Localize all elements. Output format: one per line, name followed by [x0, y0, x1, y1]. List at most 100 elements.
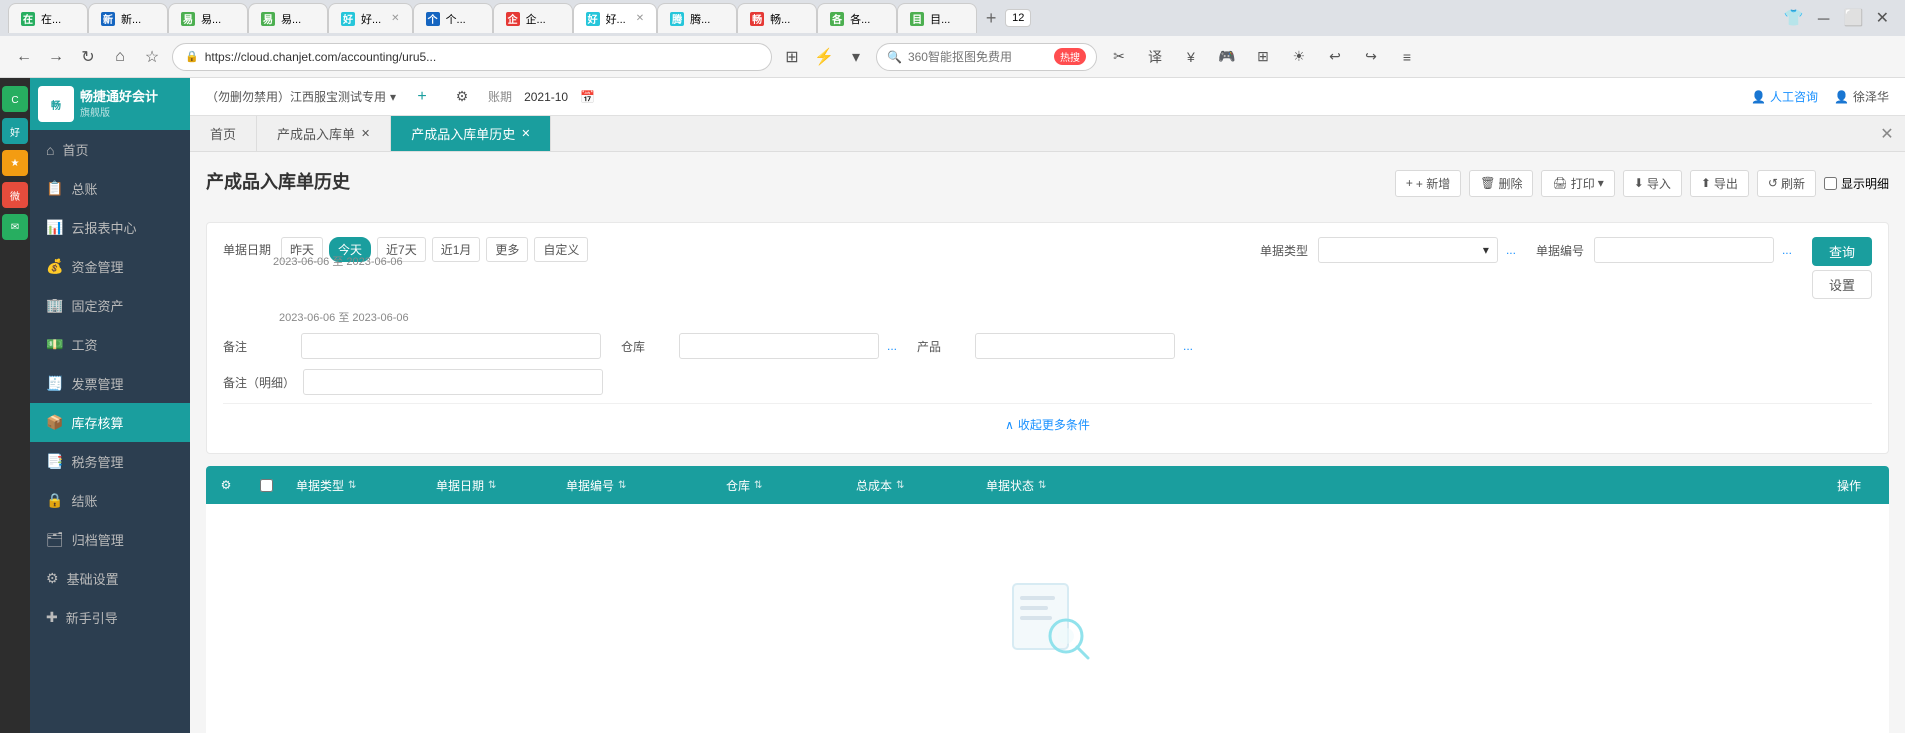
tab-close-5[interactable]: ✕ [391, 13, 399, 24]
browser-tab-9[interactable]: 腾 腾... [657, 3, 737, 33]
redo-icon[interactable]: ↪ [1357, 43, 1385, 71]
warehouse-filter-select[interactable] [679, 333, 879, 359]
sidebar-item-basic[interactable]: ⚙ 基础设置 [30, 559, 190, 598]
chevron-down-icon[interactable]: ▾ [844, 45, 868, 69]
select-all-checkbox[interactable] [260, 479, 273, 492]
new-tab-button[interactable]: + [977, 4, 1005, 32]
product-more-icon[interactable]: ... [1183, 339, 1193, 353]
url-bar[interactable]: 🔒 https://cloud.chanjet.com/accounting/u… [172, 43, 772, 71]
th-status[interactable]: 单据状态 ⇅ [976, 477, 1106, 494]
sidebar-item-home[interactable]: ⌂ 首页 [30, 130, 190, 169]
last-month-btn[interactable]: 近1月 [432, 237, 481, 262]
more-btn[interactable]: 更多 [486, 237, 528, 262]
warehouse-more-icon[interactable]: ... [887, 339, 897, 353]
search-bar[interactable]: 🔍 热搜 [876, 43, 1097, 71]
ai-help-button[interactable]: 👤 人工咨询 [1751, 88, 1818, 105]
scissors-icon[interactable]: ✂ [1105, 43, 1133, 71]
chanjet-icon[interactable]: C [2, 86, 28, 112]
number-more-icon[interactable]: ... [1782, 243, 1792, 257]
back-button[interactable]: ← [12, 45, 36, 69]
show-detail-checkbox[interactable] [1824, 177, 1837, 190]
page-close-button[interactable]: ✕ [1869, 116, 1905, 152]
tab-breadcrumb-home[interactable]: 首页 [190, 116, 257, 151]
game-icon[interactable]: 🎮 [1213, 43, 1241, 71]
custom-btn[interactable]: 自定义 [534, 237, 588, 262]
tab-list-page[interactable]: 产成品入库单 ✕ [257, 116, 391, 151]
browser-tab-8[interactable]: 好 好... ✕ [573, 3, 658, 33]
show-detail-checkbox-wrap[interactable]: 显示明细 [1824, 175, 1889, 192]
browser-tab-12[interactable]: 目 目... [897, 3, 977, 33]
kuaiji-icon[interactable]: 好 [2, 118, 28, 144]
menu-icon[interactable]: ≡ [1393, 43, 1421, 71]
topbar-settings-icon[interactable]: ⚙ [448, 83, 476, 111]
browser-tab-2[interactable]: 新 新... [88, 3, 168, 33]
sidebar-item-reports[interactable]: 📊 云报表中心 [30, 208, 190, 247]
print-button[interactable]: 🖨 打印 ▾ [1541, 170, 1614, 197]
note-filter-input[interactable] [301, 333, 601, 359]
browser-tab-4[interactable]: 易 易... [248, 3, 328, 33]
search-input[interactable] [908, 50, 1048, 64]
sidebar-item-archive[interactable]: 🗂 归档管理 [30, 520, 190, 559]
currency-icon[interactable]: ¥ [1177, 43, 1205, 71]
history-page-close[interactable]: ✕ [521, 127, 530, 140]
type-filter-select[interactable]: ▾ [1318, 237, 1498, 263]
browser-tab-1[interactable]: 在 在... [8, 3, 88, 33]
import-button[interactable]: ⬇ 导入 [1623, 170, 1682, 197]
grid-icon[interactable]: ⊞ [1249, 43, 1277, 71]
star-icon[interactable]: ★ [2, 150, 28, 176]
th-type[interactable]: 单据类型 ⇅ [286, 477, 426, 494]
settings-filter-button[interactable]: 设置 [1812, 270, 1872, 299]
browser-tab-11[interactable]: 各 各... [817, 3, 897, 33]
th-settings[interactable]: ⚙ [206, 478, 246, 492]
weibo-icon[interactable]: 微 [2, 182, 28, 208]
sidebar-item-inventory[interactable]: 📦 库存核算 [30, 403, 190, 442]
export-button[interactable]: ⬆ 导出 [1690, 170, 1749, 197]
maximize-icon[interactable]: ⬜ [1844, 8, 1864, 28]
translate-icon[interactable]: 译 [1141, 43, 1169, 71]
sidebar-item-newentry[interactable]: ✚ 新手引导 [30, 598, 190, 637]
tab-history-page[interactable]: 产成品入库单历史 ✕ [391, 116, 551, 151]
browser-tab-3[interactable]: 易 易... [168, 3, 248, 33]
minimize-icon[interactable]: － [1816, 6, 1832, 30]
number-filter-input[interactable] [1594, 237, 1774, 263]
forward-button[interactable]: → [44, 45, 68, 69]
delete-button[interactable]: 🗑 删除 [1469, 170, 1533, 197]
add-button[interactable]: + + 新增 [1395, 170, 1461, 197]
close-window-icon[interactable]: ✕ [1876, 8, 1889, 28]
browser-tab-6[interactable]: 个 个... [413, 3, 493, 33]
refresh-button[interactable]: ↻ [76, 45, 100, 69]
sidebar-item-ledger[interactable]: 📋 总账 [30, 169, 190, 208]
sidebar-item-payroll[interactable]: 💵 工资 [30, 325, 190, 364]
home-button[interactable]: ⌂ [108, 45, 132, 69]
add-company-button[interactable]: + [408, 83, 436, 111]
extensions-icon[interactable]: ⊞ [780, 45, 804, 69]
list-page-close[interactable]: ✕ [361, 127, 370, 140]
sidebar-item-funds[interactable]: 💰 资金管理 [30, 247, 190, 286]
user-info[interactable]: 👤 徐泽华 [1834, 88, 1889, 105]
th-warehouse[interactable]: 仓库 ⇅ [716, 477, 846, 494]
tab-close-8[interactable]: ✕ [636, 13, 644, 24]
calendar-icon[interactable]: 📅 [580, 90, 595, 104]
product-filter-select[interactable] [975, 333, 1175, 359]
detail-note-input[interactable] [303, 369, 603, 395]
type-more-icon[interactable]: ... [1506, 243, 1516, 257]
th-date[interactable]: 单据日期 ⇅ [426, 477, 556, 494]
sidebar-item-invoice[interactable]: 🧾 发票管理 [30, 364, 190, 403]
sidebar-item-fixed-assets[interactable]: 🏢 固定资产 [30, 286, 190, 325]
refresh-button[interactable]: ↺ 刷新 [1757, 170, 1816, 197]
undo-icon[interactable]: ↩ [1321, 43, 1349, 71]
sidebar-item-closing[interactable]: 🔒 结账 [30, 481, 190, 520]
query-button[interactable]: 查询 [1812, 237, 1872, 266]
th-number[interactable]: 单据编号 ⇅ [556, 477, 716, 494]
company-selector[interactable]: （勿删勿禁用）江西服宝测试专用 ▾ [206, 88, 396, 105]
tab-count[interactable]: 12 [1005, 9, 1031, 27]
th-checkbox[interactable] [246, 479, 286, 492]
th-total-cost[interactable]: 总成本 ⇅ [846, 477, 976, 494]
browser-tab-7[interactable]: 企 企... [493, 3, 573, 33]
sidebar-item-tax[interactable]: 📑 税务管理 [30, 442, 190, 481]
lightning-icon[interactable]: ⚡ [812, 45, 836, 69]
browser-tab-10[interactable]: 畅 畅... [737, 3, 817, 33]
bookmark-button[interactable]: ☆ [140, 45, 164, 69]
mail-icon[interactable]: ✉ [2, 214, 28, 240]
collapse-button[interactable]: ∧ 收起更多条件 [223, 410, 1872, 439]
